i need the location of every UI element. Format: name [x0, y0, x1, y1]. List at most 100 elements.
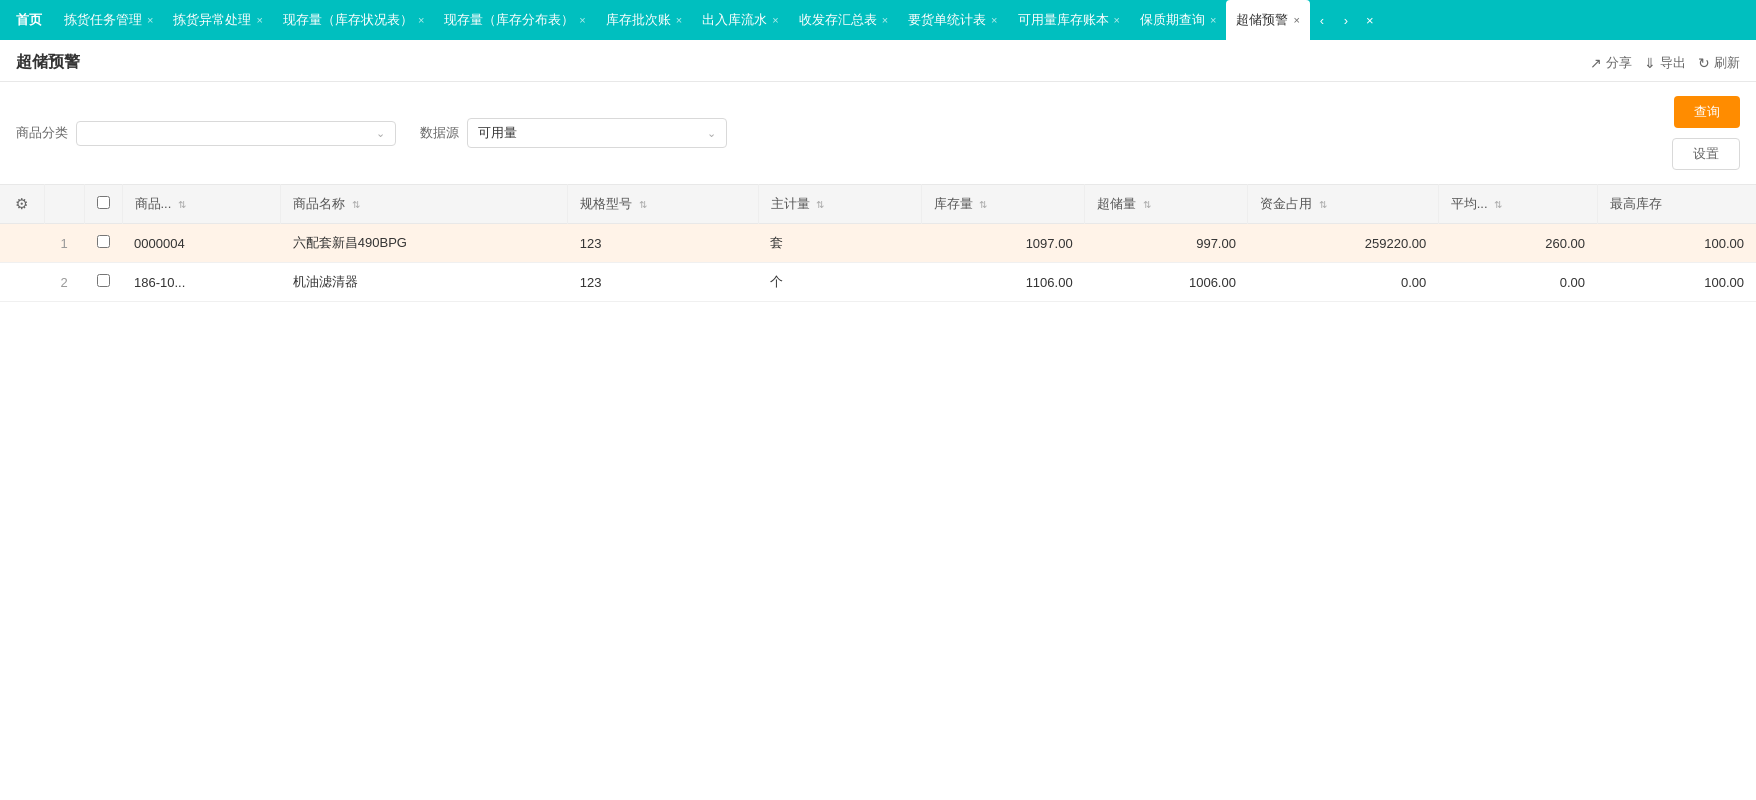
cell-maxstock: 100.00 [1597, 224, 1756, 263]
row-checkbox-0[interactable] [97, 235, 110, 248]
sort-stock-icon: ⇅ [979, 199, 987, 210]
filter-area: 商品分类 ⌄ 数据源 可用量 ⌄ 查询 设置 [0, 82, 1756, 184]
close-tab-9-icon[interactable]: × [1114, 14, 1120, 26]
close-tab-5-icon[interactable]: × [676, 14, 682, 26]
top-navigation: 首页 拣货任务管理 × 拣货异常处理 × 现存量（库存状况表） × 现存量（库存… [0, 0, 1756, 40]
sort-unit-icon: ⇅ [816, 199, 824, 210]
cell-avg: 260.00 [1438, 224, 1597, 263]
th-name[interactable]: 商品名称 ⇅ [281, 185, 568, 224]
query-button[interactable]: 查询 [1674, 96, 1740, 128]
cell-code: 186-10... [122, 263, 281, 302]
category-filter-group: 商品分类 ⌄ [16, 121, 396, 146]
cell-code: 0000004 [122, 224, 281, 263]
sort-capital-icon: ⇅ [1319, 199, 1327, 210]
close-tab-3-icon[interactable]: × [418, 14, 424, 26]
close-tab-4-icon[interactable]: × [579, 14, 585, 26]
nav-tab-3[interactable]: 现存量（库存状况表） × [273, 0, 434, 40]
nav-close-arrow[interactable]: × [1358, 0, 1382, 40]
close-tab-1-icon[interactable]: × [147, 14, 153, 26]
cell-checkbox[interactable] [84, 224, 122, 263]
cell-checkbox[interactable] [84, 263, 122, 302]
page-header: 超储预警 ↗ 分享 ⇓ 导出 ↻ 刷新 [0, 40, 1756, 82]
datasource-select[interactable]: 可用量 ⌄ [467, 118, 727, 148]
nav-tab-5[interactable]: 库存批次账 × [596, 0, 692, 40]
select-all-checkbox[interactable] [97, 196, 110, 209]
page-container: 超储预警 ↗ 分享 ⇓ 导出 ↻ 刷新 商品分类 ⌄ 数据源 [0, 40, 1756, 800]
cell-name: 六配套新昌490BPG [281, 224, 568, 263]
nav-prev-arrow[interactable]: ‹ [1310, 0, 1334, 40]
row-checkbox-1[interactable] [97, 274, 110, 287]
sort-spec-icon: ⇅ [639, 199, 647, 210]
cell-unit: 套 [758, 224, 921, 263]
close-tab-10-icon[interactable]: × [1210, 14, 1216, 26]
th-spec[interactable]: 规格型号 ⇅ [568, 185, 758, 224]
sort-name-icon: ⇅ [352, 199, 360, 210]
th-num [44, 185, 84, 224]
datasource-filter-group: 数据源 可用量 ⌄ [420, 118, 727, 148]
set-button[interactable]: 设置 [1672, 138, 1740, 170]
cell-unit: 个 [758, 263, 921, 302]
cell-maxstock: 100.00 [1597, 263, 1756, 302]
share-button[interactable]: ↗ 分享 [1590, 54, 1632, 72]
th-code[interactable]: 商品... ⇅ [122, 185, 281, 224]
category-select[interactable]: ⌄ [76, 121, 396, 146]
nav-next-arrow[interactable]: › [1334, 0, 1358, 40]
cell-spec: 123 [568, 224, 758, 263]
table-row: 1 0000004 六配套新昌490BPG 123 套 1097.00 997.… [0, 224, 1756, 263]
nav-tab-1[interactable]: 拣货任务管理 × [54, 0, 163, 40]
export-icon: ⇓ [1644, 55, 1656, 71]
table-header-row: ⚙ 商品... ⇅ 商品名称 ⇅ 规格型号 [0, 185, 1756, 224]
sort-over-icon: ⇅ [1143, 199, 1151, 210]
share-icon: ↗ [1590, 55, 1602, 71]
table-row: 2 186-10... 机油滤清器 123 个 1106.00 1006.00 … [0, 263, 1756, 302]
cell-name: 机油滤清器 [281, 263, 568, 302]
close-tab-2-icon[interactable]: × [256, 14, 262, 26]
cell-capital: 0.00 [1248, 263, 1438, 302]
cell-over: 1006.00 [1085, 263, 1248, 302]
th-gear[interactable]: ⚙ [0, 185, 44, 224]
nav-home[interactable]: 首页 [4, 0, 54, 40]
category-chevron-icon: ⌄ [376, 127, 385, 140]
cell-stock: 1106.00 [921, 263, 1084, 302]
datasource-chevron-icon: ⌄ [707, 127, 716, 140]
nav-tab-9[interactable]: 可用量库存账本 × [1008, 0, 1130, 40]
th-over[interactable]: 超储量 ⇅ [1085, 185, 1248, 224]
gear-icon: ⚙ [15, 195, 28, 212]
th-checkbox[interactable] [84, 185, 122, 224]
export-button[interactable]: ⇓ 导出 [1644, 54, 1686, 72]
nav-tab-11[interactable]: 超储预警 × [1226, 0, 1309, 40]
close-tab-7-icon[interactable]: × [882, 14, 888, 26]
cell-stock: 1097.00 [921, 224, 1084, 263]
refresh-button[interactable]: ↻ 刷新 [1698, 54, 1740, 72]
nav-tab-8[interactable]: 要货单统计表 × [898, 0, 1007, 40]
nav-tab-2[interactable]: 拣货异常处理 × [163, 0, 272, 40]
sort-code-icon: ⇅ [178, 199, 186, 210]
th-avg[interactable]: 平均... ⇅ [1438, 185, 1597, 224]
th-stock[interactable]: 库存量 ⇅ [921, 185, 1084, 224]
category-label: 商品分类 [16, 124, 68, 142]
cell-gear [0, 263, 44, 302]
datasource-label: 数据源 [420, 124, 459, 142]
data-table: ⚙ 商品... ⇅ 商品名称 ⇅ 规格型号 [0, 184, 1756, 302]
close-tab-6-icon[interactable]: × [772, 14, 778, 26]
nav-tab-4[interactable]: 现存量（库存分布表） × [434, 0, 595, 40]
cell-num: 1 [44, 224, 84, 263]
nav-tab-10[interactable]: 保质期查询 × [1130, 0, 1226, 40]
th-capital[interactable]: 资金占用 ⇅ [1248, 185, 1438, 224]
table-container: ⚙ 商品... ⇅ 商品名称 ⇅ 规格型号 [0, 184, 1756, 302]
close-tab-11-icon[interactable]: × [1293, 14, 1299, 26]
filter-right-actions: 查询 设置 [1672, 96, 1740, 170]
cell-capital: 259220.00 [1248, 224, 1438, 263]
refresh-icon: ↻ [1698, 55, 1710, 71]
th-unit[interactable]: 主计量 ⇅ [758, 185, 921, 224]
cell-avg: 0.00 [1438, 263, 1597, 302]
nav-tab-6[interactable]: 出入库流水 × [692, 0, 788, 40]
datasource-value: 可用量 [478, 124, 517, 142]
page-title: 超储预警 [16, 52, 80, 73]
nav-tab-7[interactable]: 收发存汇总表 × [789, 0, 898, 40]
close-tab-8-icon[interactable]: × [991, 14, 997, 26]
th-maxstock[interactable]: 最高库存 [1597, 185, 1756, 224]
cell-gear [0, 224, 44, 263]
cell-over: 997.00 [1085, 224, 1248, 263]
cell-spec: 123 [568, 263, 758, 302]
